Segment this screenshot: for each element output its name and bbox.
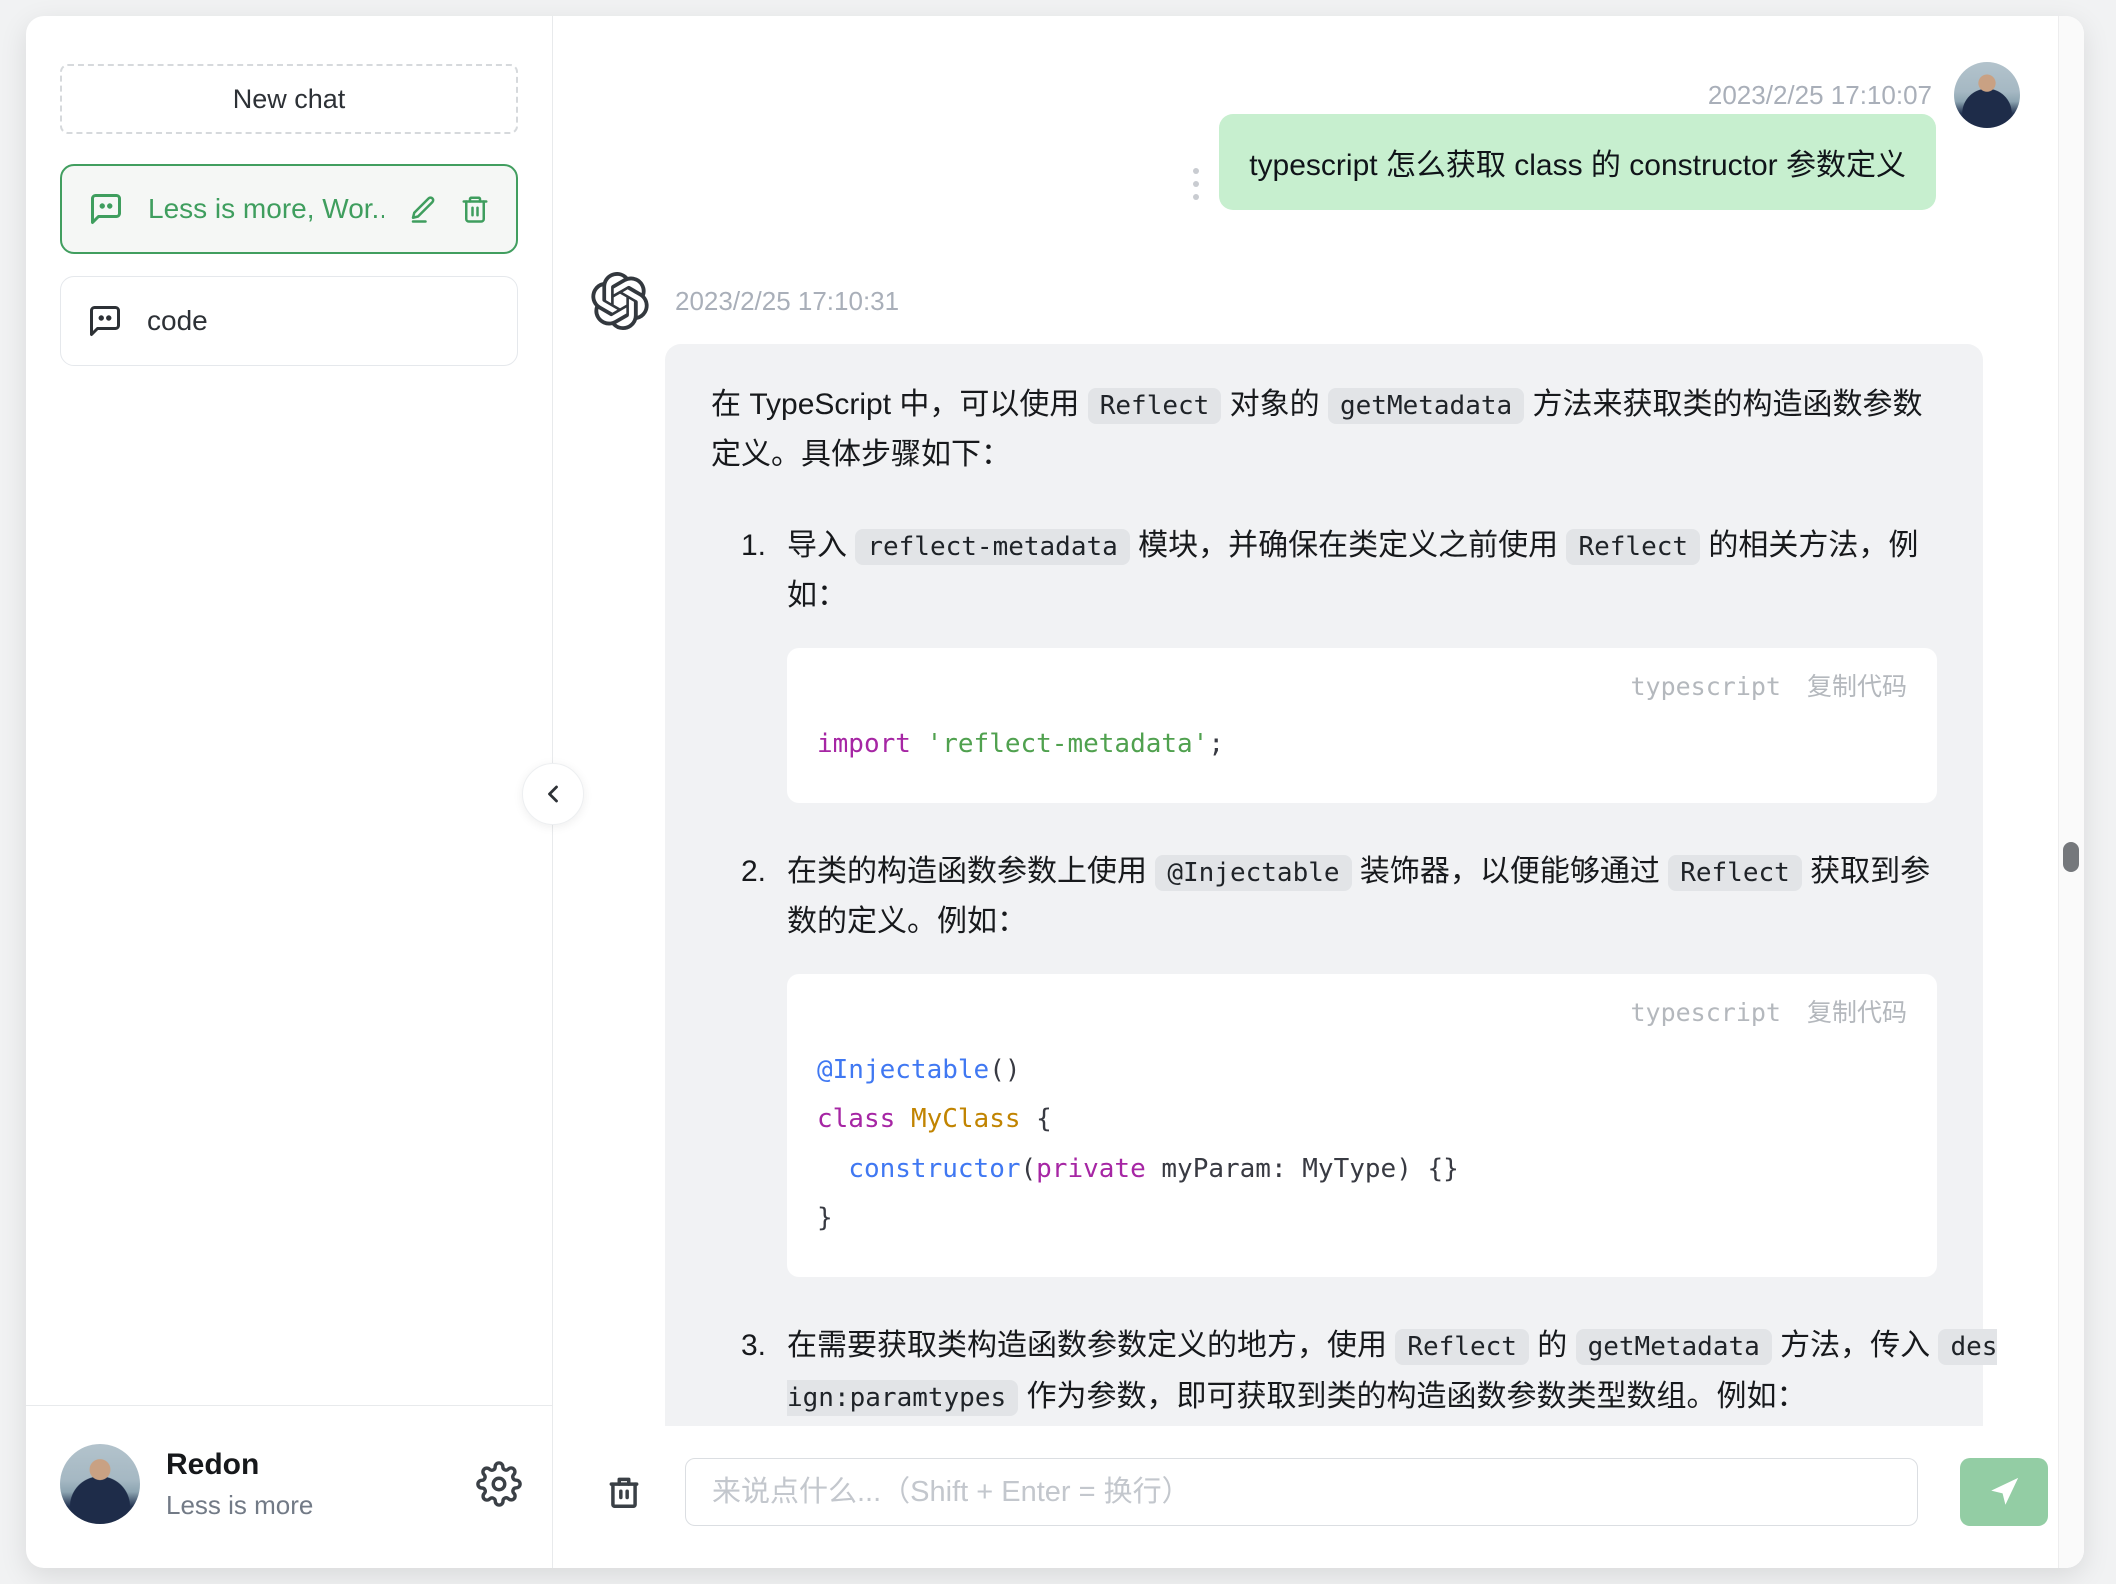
- send-plane-icon: [1987, 1475, 2021, 1509]
- list-item: 1. 导入 reflect-metadata 模块，并确保在类定义之前使用 Re…: [741, 521, 1937, 847]
- step-text: 在类的构造函数参数上使用 @Injectable 装饰器，以便能够通过 Refl…: [787, 855, 1930, 938]
- copy-code-button[interactable]: 复制代码: [1807, 666, 1907, 708]
- sidebar-item-chat-0[interactable]: Less is more, Wor...: [60, 164, 518, 254]
- chat-title: Less is more, Wor...: [148, 193, 384, 225]
- chevron-left-icon: [539, 780, 567, 808]
- user-avatar: [60, 1444, 140, 1524]
- composer-bar: [553, 1426, 2084, 1568]
- edit-icon[interactable]: [408, 194, 438, 224]
- profile-section: Redon Less is more: [26, 1405, 552, 1568]
- message-input[interactable]: [685, 1458, 1918, 1526]
- sidebar-item-chat-1[interactable]: code: [60, 276, 518, 366]
- app-window: New chat Less is more, Wor...: [26, 16, 2084, 1568]
- gear-icon: [476, 1461, 522, 1507]
- code-block: typescript 复制代码 @Injectable()class MyCla…: [787, 974, 1937, 1278]
- sidebar: New chat Less is more, Wor...: [26, 16, 553, 1568]
- list-number: 2.: [741, 847, 787, 1321]
- delete-chat-icon[interactable]: [460, 194, 490, 224]
- user-timestamp: 2023/2/25 17:10:07: [1708, 80, 1932, 111]
- step-text: 导入 reflect-metadata 模块，并确保在类定义之前使用 Refle…: [787, 529, 1918, 612]
- list-number: 1.: [741, 521, 787, 847]
- user-message-row: typescript 怎么获取 class 的 constructor 参数定义: [591, 114, 1936, 210]
- step-text: 在需要获取类构造函数参数定义的地方，使用 Reflect 的 getMetada…: [787, 1329, 1997, 1412]
- code-block: typescript 复制代码 import 'reflect-metadata…: [787, 648, 1937, 803]
- profile-texts: Redon Less is more: [166, 1448, 313, 1521]
- assistant-message-header: 2023/2/25 17:10:31: [591, 272, 2020, 330]
- new-chat-label: New chat: [233, 84, 346, 115]
- steps-list: 1. 导入 reflect-metadata 模块，并确保在类定义之前使用 Re…: [711, 521, 1937, 1568]
- scrollbar-thumb[interactable]: [2063, 842, 2079, 872]
- assistant-message-bubble: 在 TypeScript 中，可以使用 Reflect 对象的 getMetad…: [665, 344, 1983, 1568]
- chat-main: 2023/2/25 17:10:07 typescript 怎么获取 class…: [553, 16, 2084, 1568]
- send-button[interactable]: [1960, 1458, 2048, 1526]
- chat-bubble-icon: [87, 303, 123, 339]
- message-list: 2023/2/25 17:10:07 typescript 怎么获取 class…: [553, 16, 2084, 1568]
- code-language-label: typescript: [1630, 666, 1781, 708]
- trash-icon: [605, 1473, 643, 1511]
- assistant-timestamp: 2023/2/25 17:10:31: [675, 286, 899, 317]
- code-language-label: typescript: [1630, 992, 1781, 1034]
- message-options-icon[interactable]: [1193, 168, 1199, 200]
- user-avatar: [1954, 62, 2020, 128]
- sidebar-top: New chat Less is more, Wor...: [26, 16, 552, 388]
- openai-logo-icon: [591, 272, 649, 330]
- profile-subtitle: Less is more: [166, 1490, 313, 1521]
- new-chat-button[interactable]: New chat: [60, 64, 518, 134]
- copy-code-button[interactable]: 复制代码: [1807, 992, 1907, 1034]
- settings-button[interactable]: [476, 1461, 522, 1507]
- chat-title: code: [147, 305, 208, 337]
- chat-actions: [408, 194, 490, 224]
- code-content: import 'reflect-metadata';: [817, 720, 1907, 769]
- list-item: 2. 在类的构造函数参数上使用 @Injectable 装饰器，以便能够通过 R…: [741, 847, 1937, 1321]
- scrollbar-track[interactable]: [2058, 16, 2084, 1568]
- collapse-sidebar-button[interactable]: [522, 763, 584, 825]
- clear-conversation-button[interactable]: [605, 1473, 643, 1511]
- user-message-bubble: typescript 怎么获取 class 的 constructor 参数定义: [1219, 114, 1936, 210]
- code-content: @Injectable()class MyClass { constructor…: [817, 1046, 1907, 1244]
- assistant-intro: 在 TypeScript 中，可以使用 Reflect 对象的 getMetad…: [711, 380, 1937, 481]
- chat-bubble-icon: [88, 191, 124, 227]
- profile-name: Redon: [166, 1448, 313, 1482]
